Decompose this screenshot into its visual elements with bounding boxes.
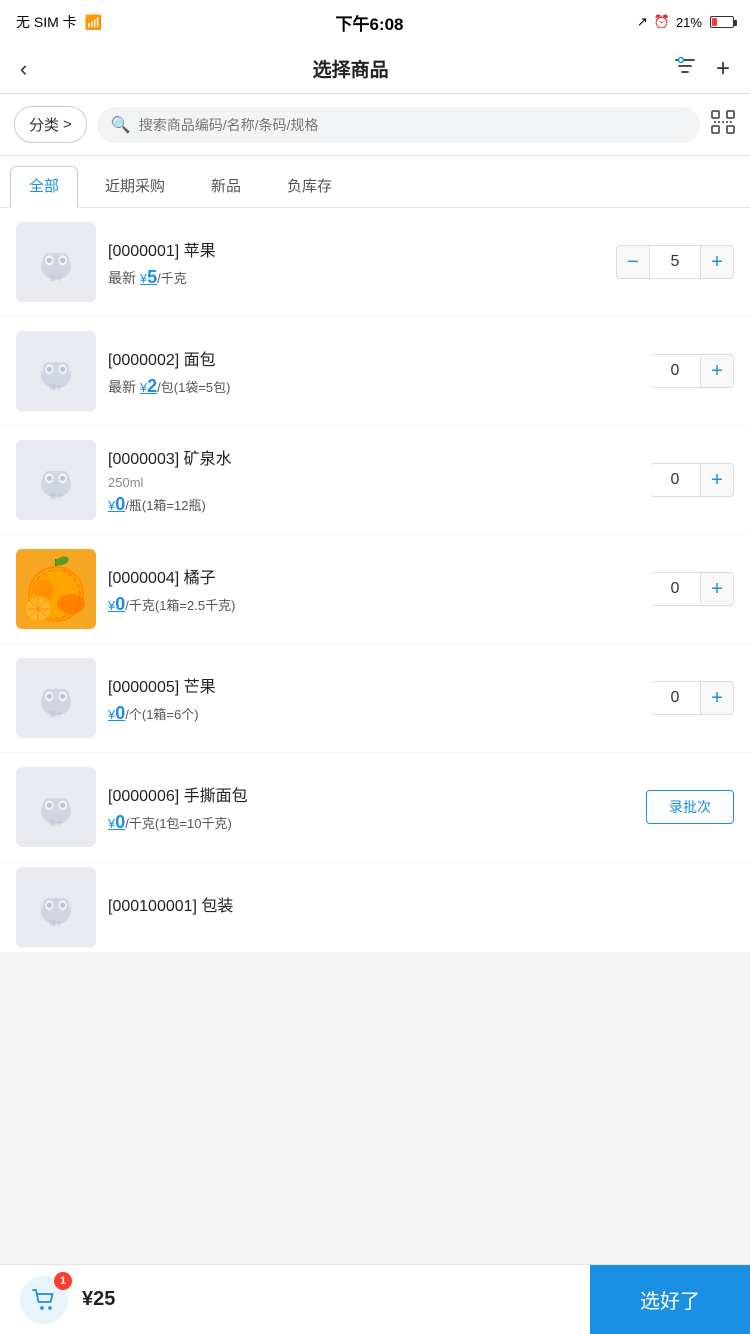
product-image: 智十 — [16, 440, 96, 520]
product-image — [16, 549, 96, 629]
product-info: [0000002] 面包 最新 ¥2/包(1袋=5包) — [108, 346, 638, 397]
product-price: 最新 ¥5/千克 — [108, 267, 604, 288]
product-name: [0000004] 橘子 — [108, 564, 638, 588]
product-info: [0000006] 手撕面包 ¥0/千克(1包=10千克) — [108, 782, 634, 833]
product-spec: 250ml — [108, 475, 638, 490]
quantity-decrease-button[interactable]: − — [616, 245, 650, 279]
quantity-increase-button[interactable]: + — [700, 572, 734, 606]
search-bar: 🔍 — [97, 107, 700, 143]
product-price: ¥0/个(1箱=6个) — [108, 703, 638, 724]
scan-icon[interactable] — [710, 109, 736, 141]
product-image: 智十 — [16, 867, 96, 947]
list-item: 智十 [0000002] 面包 最新 ¥2/包(1袋=5包) + — [0, 317, 750, 425]
quantity-input[interactable] — [650, 463, 700, 497]
cart-button[interactable]: 1 — [20, 1276, 68, 1324]
nav-bar: ‹ 选择商品 + — [0, 44, 750, 94]
svg-text:智十: 智十 — [49, 491, 63, 500]
tab-negative[interactable]: 负库存 — [268, 166, 351, 207]
category-chevron: > — [63, 116, 72, 133]
product-price: ¥0/千克(1箱=2.5千克) — [108, 594, 638, 615]
status-bar: 无 SIM 卡 📶 下午6:08 ↗ ⏰ 21% — [0, 0, 750, 44]
wifi-icon: 📶 — [85, 14, 102, 31]
battery-icon — [710, 16, 734, 28]
tab-all[interactable]: 全部 — [10, 166, 78, 208]
svg-text:智十: 智十 — [49, 818, 63, 827]
product-info: [0000004] 橘子 ¥0/千克(1箱=2.5千克) — [108, 564, 638, 615]
quantity-increase-button[interactable]: + — [700, 463, 734, 497]
quantity-control: + — [650, 681, 734, 715]
status-right: ↗ ⏰ 21% — [637, 14, 734, 30]
cart-area: 1 ¥25 — [0, 1276, 590, 1324]
batch-button[interactable]: 录批次 — [646, 790, 734, 824]
status-left: 无 SIM 卡 📶 — [16, 12, 102, 32]
svg-text:智十: 智十 — [49, 382, 63, 391]
product-name: [0000003] 矿泉水 — [108, 445, 638, 469]
alarm-icon: ⏰ — [654, 14, 670, 30]
quantity-input[interactable] — [650, 354, 700, 388]
product-info: [0000005] 芒果 ¥0/个(1箱=6个) — [108, 673, 638, 724]
svg-text:智十: 智十 — [49, 273, 63, 282]
list-item: 智十 [000100001] 包装 — [0, 862, 750, 952]
quantity-increase-button[interactable]: + — [700, 354, 734, 388]
cart-badge: 1 — [54, 1272, 72, 1290]
product-price: ¥0/千克(1包=10千克) — [108, 812, 634, 833]
category-button[interactable]: 分类 > — [14, 106, 87, 143]
svg-text:智十: 智十 — [49, 709, 63, 718]
quantity-control: + — [650, 463, 734, 497]
product-image: 智十 — [16, 222, 96, 302]
confirm-button[interactable]: 选好了 — [590, 1265, 750, 1334]
product-name: [0000005] 芒果 — [108, 673, 638, 697]
tab-bar: 全部 近期采购 新品 负库存 — [0, 156, 750, 208]
toolbar: 分类 > 🔍 — [0, 94, 750, 156]
list-item: 智十 [0000001] 苹果 最新 ¥5/千克 − + — [0, 208, 750, 316]
back-button[interactable]: ‹ — [20, 56, 27, 82]
quantity-input[interactable] — [650, 245, 700, 279]
product-info: [0000003] 矿泉水 250ml ¥0/瓶(1箱=12瓶) — [108, 445, 638, 515]
page-title: 选择商品 — [313, 55, 389, 82]
carrier-label: 无 SIM 卡 — [16, 12, 77, 32]
product-info: [000100001] 包装 — [108, 892, 734, 922]
product-name: [0000006] 手撕面包 — [108, 782, 634, 806]
product-price: ¥0/瓶(1箱=12瓶) — [108, 494, 638, 515]
quantity-control: − + — [616, 245, 734, 279]
tab-recent[interactable]: 近期采购 — [86, 166, 184, 207]
quantity-control: + — [650, 354, 734, 388]
location-icon: ↗ — [637, 14, 648, 30]
product-list: 智十 [0000001] 苹果 最新 ¥5/千克 − + — [0, 208, 750, 952]
category-label: 分类 — [29, 114, 59, 135]
quantity-increase-button[interactable]: + — [700, 245, 734, 279]
cart-total: ¥25 — [82, 1288, 115, 1311]
nav-actions: + — [674, 55, 730, 83]
quantity-input[interactable] — [650, 681, 700, 715]
quantity-control: + — [650, 572, 734, 606]
list-item: 智十 [0000006] 手撕面包 ¥0/千克(1包=10千克) 录批次 — [0, 753, 750, 861]
search-input[interactable] — [139, 117, 686, 133]
list-item: [0000004] 橘子 ¥0/千克(1箱=2.5千克) + — [0, 535, 750, 643]
product-price: 最新 ¥2/包(1袋=5包) — [108, 376, 638, 397]
bottom-bar: 1 ¥25 选好了 — [0, 1264, 750, 1334]
product-image: 智十 — [16, 767, 96, 847]
product-name: [0000002] 面包 — [108, 346, 638, 370]
search-icon: 🔍 — [111, 115, 131, 135]
product-image: 智十 — [16, 331, 96, 411]
product-info: [0000001] 苹果 最新 ¥5/千克 — [108, 237, 604, 288]
status-time: 下午6:08 — [335, 10, 403, 35]
add-button[interactable]: + — [716, 55, 730, 83]
filter-icon[interactable] — [674, 56, 696, 82]
product-name: [000100001] 包装 — [108, 892, 734, 916]
quantity-input[interactable] — [650, 572, 700, 606]
product-image: 智十 — [16, 658, 96, 738]
list-item: 智十 [0000003] 矿泉水 250ml ¥0/瓶(1箱=12瓶) + — [0, 426, 750, 534]
svg-text:智十: 智十 — [49, 918, 63, 927]
tab-new[interactable]: 新品 — [192, 166, 260, 207]
list-item: 智十 [0000005] 芒果 ¥0/个(1箱=6个) + — [0, 644, 750, 752]
quantity-increase-button[interactable]: + — [700, 681, 734, 715]
battery-percent: 21% — [676, 15, 702, 30]
product-name: [0000001] 苹果 — [108, 237, 604, 261]
